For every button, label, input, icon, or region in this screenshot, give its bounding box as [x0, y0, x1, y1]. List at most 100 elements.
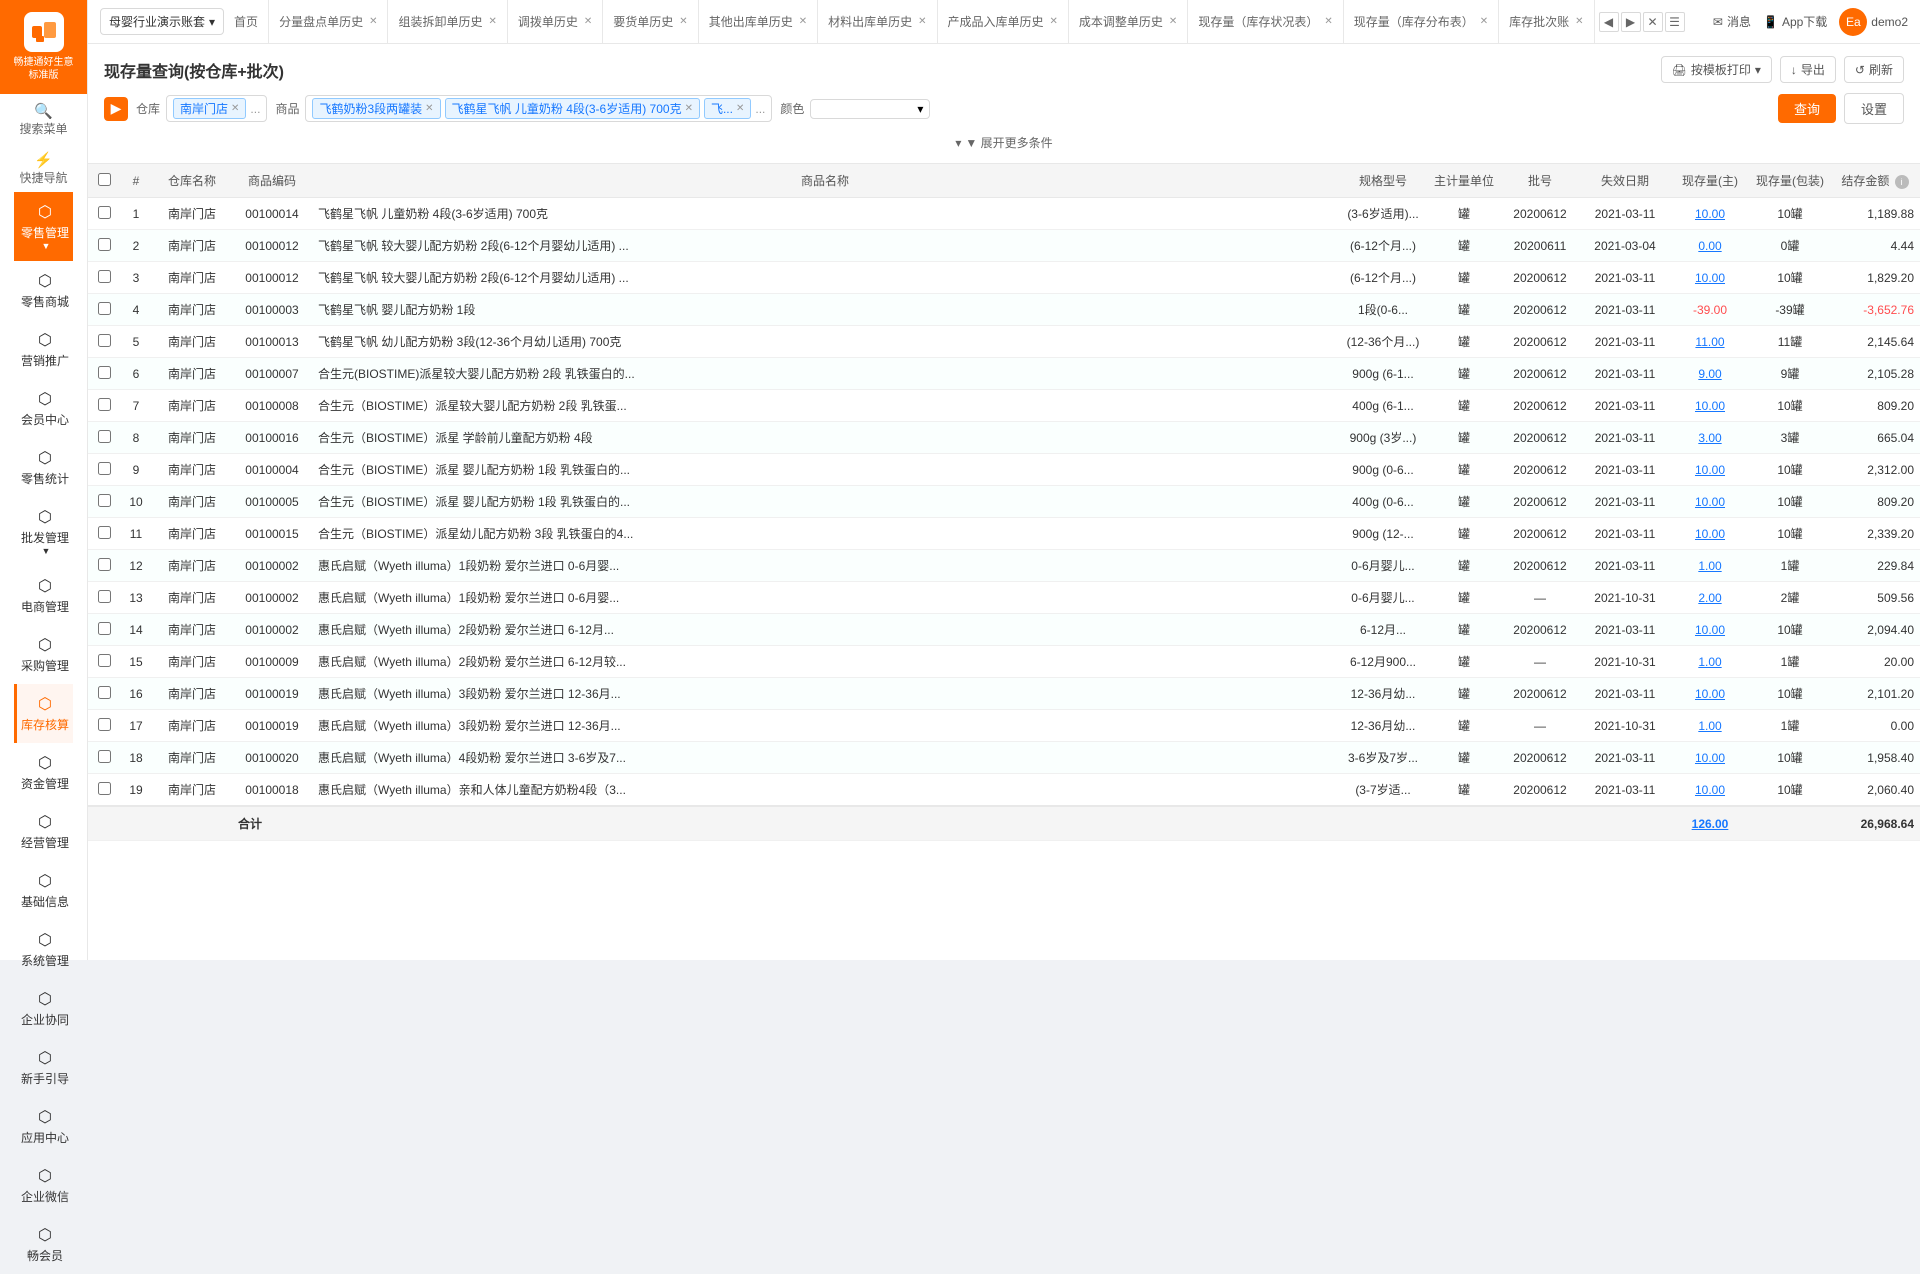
tab-close-batch-account[interactable]: ✕ [1575, 16, 1583, 27]
row-checkbox[interactable] [88, 390, 120, 422]
store-selector[interactable]: 母婴行业演示账套 ▾ [100, 8, 224, 35]
tab-close-split-history[interactable]: ✕ [369, 16, 377, 27]
sidebar-search[interactable]: 🔍 搜索菜单 [0, 94, 87, 145]
product-more-dots[interactable]: ... [755, 102, 765, 116]
row-checkbox[interactable] [88, 582, 120, 614]
tab-batch-account[interactable]: 库存批次账✕ [1499, 0, 1594, 43]
product-tag-container[interactable]: 飞鹤奶粉3段两罐装 ✕ 飞鹤星飞帆 儿童奶粉 4段(3-6岁适用) 700克 ✕… [305, 95, 772, 122]
tab-close-need-history[interactable]: ✕ [679, 16, 687, 27]
sidebar-item-system[interactable]: ⬡系统管理 [14, 920, 73, 979]
row-checkbox[interactable] [88, 358, 120, 390]
row-qty-main[interactable]: 10.00 [1670, 454, 1750, 486]
sidebar-item-operations[interactable]: ⬡经营管理 [14, 802, 73, 861]
row-checkbox[interactable] [88, 678, 120, 710]
row-qty-main[interactable]: 10.00 [1670, 262, 1750, 294]
sidebar-item-appstore[interactable]: ⬡应用中心 [14, 1097, 73, 1156]
tab-close-other-out-history[interactable]: ✕ [799, 16, 807, 27]
row-qty-main[interactable]: 10.00 [1670, 518, 1750, 550]
tab-dismantle-history[interactable]: 组装拆卸单历史✕ [388, 0, 507, 43]
row-checkbox[interactable] [88, 454, 120, 486]
row-checkbox[interactable] [88, 742, 120, 774]
tab-other-out-history[interactable]: 其他出库单历史✕ [699, 0, 818, 43]
sidebar-item-member[interactable]: ⬡会员中心 [14, 379, 73, 438]
tab-need-history[interactable]: 要货单历史✕ [603, 0, 698, 43]
sidebar-item-enterprise[interactable]: ⬡企业协同 [14, 979, 73, 1038]
sidebar-item-purchase[interactable]: ⬡采购管理 [14, 625, 73, 684]
app-download-btn[interactable]: 📱 App下载 [1763, 13, 1827, 30]
nav-next-btn[interactable]: ▶ [1621, 12, 1641, 32]
message-btn[interactable]: ✉ 消息 [1713, 13, 1751, 30]
nav-prev-btn[interactable]: ◀ [1599, 12, 1619, 32]
tab-material-out-history[interactable]: 材料出库单历史✕ [818, 0, 937, 43]
user-menu[interactable]: Ea demo2 [1839, 8, 1908, 36]
select-all-checkbox[interactable] [98, 173, 111, 186]
tab-close-mix-history[interactable]: ✕ [584, 16, 592, 27]
tab-home[interactable]: 首页 [224, 0, 269, 43]
export-btn[interactable]: ↓ 导出 [1780, 56, 1836, 83]
row-checkbox[interactable] [88, 518, 120, 550]
row-checkbox[interactable] [88, 326, 120, 358]
tab-mix-history[interactable]: 调拨单历史✕ [508, 0, 603, 43]
template-print-btn[interactable]: 🖨 按模板打印 ▾ [1661, 56, 1772, 83]
row-qty-main[interactable]: 11.00 [1670, 326, 1750, 358]
product-tag-1-remove[interactable]: ✕ [425, 103, 433, 114]
sidebar-item-member2[interactable]: ⬡畅会员 [14, 1215, 73, 1274]
tab-cost-adjust-history[interactable]: 成本调整单历史✕ [1069, 0, 1188, 43]
sidebar-item-ecommerce[interactable]: ⬡电商管理 [14, 566, 73, 625]
row-checkbox[interactable] [88, 294, 120, 326]
row-qty-main[interactable]: 10.00 [1670, 390, 1750, 422]
row-checkbox[interactable] [88, 774, 120, 807]
sidebar-item-retail-stats[interactable]: ⬡零售统计 [14, 438, 73, 497]
tab-close-material-out-history[interactable]: ✕ [918, 16, 926, 27]
warehouse-tag-container[interactable]: 南岸门店 ✕ ... [166, 95, 267, 122]
row-checkbox[interactable] [88, 486, 120, 518]
sidebar-item-retail-mgmt[interactable]: ⬡零售管理▼ [14, 192, 73, 261]
row-checkbox[interactable] [88, 614, 120, 646]
sidebar-item-wholesale[interactable]: ⬡批发管理▼ [14, 497, 73, 566]
tab-close-dismantle-history[interactable]: ✕ [488, 16, 496, 27]
row-checkbox[interactable] [88, 262, 120, 294]
tab-close-current-qty-status[interactable]: ✕ [1324, 16, 1332, 27]
row-checkbox[interactable] [88, 550, 120, 582]
sidebar-item-finance[interactable]: ⬡资金管理 [14, 743, 73, 802]
sidebar-item-basics[interactable]: ⬡基础信息 [14, 861, 73, 920]
expand-more-conditions-btn[interactable]: ▾ ▼ 展开更多条件 [947, 130, 1060, 155]
row-checkbox[interactable] [88, 710, 120, 742]
row-qty-main[interactable]: 1.00 [1670, 550, 1750, 582]
row-qty-main[interactable]: 1.00 [1670, 646, 1750, 678]
product-tag-2-remove[interactable]: ✕ [685, 103, 693, 114]
balance-info-icon[interactable]: i [1895, 175, 1909, 189]
row-checkbox[interactable] [88, 198, 120, 230]
sidebar-logo[interactable]: 畅捷通好生意 标准版 [0, 0, 87, 94]
sidebar-item-guide[interactable]: ⬡新手引导 [14, 1038, 73, 1097]
row-checkbox[interactable] [88, 422, 120, 454]
row-qty-main[interactable]: 10.00 [1670, 678, 1750, 710]
warehouse-tag-remove[interactable]: ✕ [231, 103, 239, 114]
tab-product-in-history[interactable]: 产成品入库单历史✕ [938, 0, 1069, 43]
row-checkbox[interactable] [88, 646, 120, 678]
query-btn[interactable]: 查询 [1778, 94, 1836, 123]
sidebar-item-inventory[interactable]: ⬡库存核算 [14, 684, 73, 743]
tab-close-product-in-history[interactable]: ✕ [1050, 16, 1058, 27]
settings-btn[interactable]: 设置 [1844, 93, 1904, 124]
tab-close-cost-adjust-history[interactable]: ✕ [1169, 16, 1177, 27]
row-qty-main[interactable]: 10.00 [1670, 614, 1750, 646]
sidebar-item-marketing[interactable]: ⬡营销推广 [14, 320, 73, 379]
row-qty-main[interactable]: 1.00 [1670, 710, 1750, 742]
tab-close-current-qty-dist[interactable]: ✕ [1480, 16, 1488, 27]
sidebar-item-corp-wechat[interactable]: ⬡企业微信 [14, 1156, 73, 1215]
tab-current-qty-status[interactable]: 现存量（库存状况表）✕ [1188, 0, 1343, 43]
nav-menu-btn[interactable]: ☰ [1665, 12, 1685, 32]
product-tag-3-remove[interactable]: ✕ [736, 103, 744, 114]
row-qty-main[interactable]: 0.00 [1670, 230, 1750, 262]
sidebar-item-retail-shop[interactable]: ⬡零售商城 [14, 261, 73, 320]
refresh-btn[interactable]: ↺ 刷新 [1844, 56, 1904, 83]
row-checkbox[interactable] [88, 230, 120, 262]
filter-expand-btn[interactable]: ▶ [104, 97, 128, 121]
row-qty-main[interactable]: 10.00 [1670, 742, 1750, 774]
row-qty-main[interactable]: 10.00 [1670, 486, 1750, 518]
tab-split-history[interactable]: 分量盘点单历史✕ [269, 0, 388, 43]
warehouse-more-dots[interactable]: ... [250, 102, 260, 116]
row-qty-main[interactable]: 2.00 [1670, 582, 1750, 614]
row-qty-main[interactable]: 10.00 [1670, 198, 1750, 230]
